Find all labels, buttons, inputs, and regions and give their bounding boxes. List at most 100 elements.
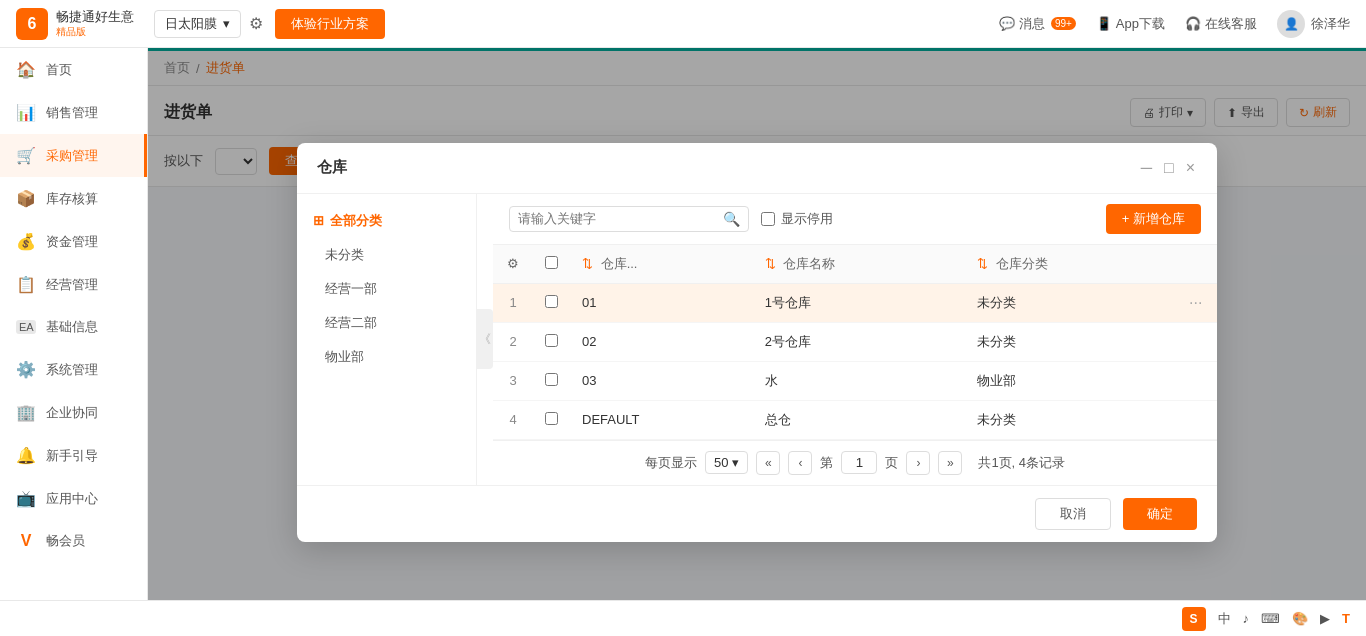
sales-icon: 📊 (16, 103, 36, 122)
table-row[interactable]: 2 02 2号仓库 未分类 (493, 322, 1217, 361)
sidebar-item-member[interactable]: V 畅会员 (0, 520, 147, 562)
pagination-area: 每页显示 50 ▾ « ‹ 第 页 › » 共1页 (493, 440, 1217, 485)
row-category: 物业部 (965, 361, 1177, 400)
status-icon-keyboard[interactable]: ⌨ (1261, 611, 1280, 626)
modal-title: 仓库 (317, 158, 347, 177)
row-checkbox-cell (533, 322, 570, 361)
main-layout: 🏠 首页 📊 销售管理 🛒 采购管理 📦 库存核算 💰 资金管理 📋 经营管理 … (0, 48, 1366, 636)
sidebar-item-home[interactable]: 🏠 首页 (0, 48, 147, 91)
row-more: ··· (1177, 283, 1217, 322)
col-warehouse-code: ⇅ 仓库... (570, 245, 753, 284)
status-icon-mic[interactable]: ♪ (1243, 611, 1250, 626)
modal-sidebar-item-ops2[interactable]: 经营二部 (297, 306, 476, 340)
online-service-button[interactable]: 🎧 在线客服 (1185, 15, 1257, 33)
row-name: 2号仓库 (753, 322, 965, 361)
sidebar-collapse-button[interactable]: 《 (477, 309, 493, 369)
search-input[interactable] (518, 211, 723, 226)
sidebar-item-finance[interactable]: 💰 资金管理 (0, 220, 147, 263)
table-row[interactable]: 4 DEFAULT 总仓 未分类 (493, 400, 1217, 439)
cancel-button[interactable]: 取消 (1035, 498, 1111, 530)
sidebar-item-system[interactable]: ⚙️ 系统管理 (0, 348, 147, 391)
sidebar-item-appcenter[interactable]: 📺 应用中心 (0, 477, 147, 520)
warehouse-table: ⚙ ⇅ 仓库... (493, 245, 1217, 440)
more-button[interactable]: ··· (1189, 294, 1202, 311)
modal-table-area: 🔍 显示停用 + 新增仓库 (493, 194, 1217, 485)
row-more (1177, 361, 1217, 400)
per-page-select[interactable]: 50 ▾ (705, 451, 748, 474)
row-category: 未分类 (965, 322, 1177, 361)
row-checkbox[interactable] (545, 334, 558, 347)
search-icon[interactable]: 🔍 (723, 211, 740, 227)
row-code: 01 (570, 283, 753, 322)
row-code: 03 (570, 361, 753, 400)
next-page-button[interactable]: › (906, 451, 930, 475)
prev-page-button[interactable]: ‹ (788, 451, 812, 475)
row-name: 1号仓库 (753, 283, 965, 322)
confirm-button[interactable]: 确定 (1123, 498, 1197, 530)
sidebar-item-purchase[interactable]: 🛒 采购管理 (0, 134, 147, 177)
modal-sidebar-item-ops1[interactable]: 经营一部 (297, 272, 476, 306)
sort-icon: ⇅ (582, 256, 593, 271)
status-bar: S 中 ♪ ⌨ 🎨 ▶ T (0, 600, 1366, 636)
row-category: 未分类 (965, 283, 1177, 322)
sidebar-item-operations[interactable]: 📋 经营管理 (0, 263, 147, 306)
user-avatar-button[interactable]: 👤 徐泽华 (1277, 10, 1350, 38)
modal-minimize-button[interactable]: ─ (1139, 157, 1154, 179)
sidebar-item-basic[interactable]: EA 基础信息 (0, 306, 147, 348)
add-warehouse-button[interactable]: + 新增仓库 (1106, 204, 1201, 234)
modal-sidebar: ⊞ 全部分类 未分类 经营一部 经营二部 物业部 (297, 194, 477, 485)
row-checkbox-cell (533, 400, 570, 439)
status-icon-zhong[interactable]: 中 (1218, 610, 1231, 628)
sidebar-item-enterprise[interactable]: 🏢 企业协同 (0, 391, 147, 434)
sidebar-item-inventory[interactable]: 📦 库存核算 (0, 177, 147, 220)
show-disabled-checkbox[interactable] (761, 212, 775, 226)
grid-icon: ⊞ (313, 213, 324, 228)
app-logo-icon: 6 (16, 8, 48, 40)
row-index: 2 (493, 322, 533, 361)
table-row[interactable]: 1 01 1号仓库 未分类 ··· (493, 283, 1217, 322)
store-selector[interactable]: 日太阳膜 ▾ (154, 10, 241, 38)
modal-sidebar-all-category[interactable]: ⊞ 全部分类 (297, 204, 476, 238)
row-checkbox[interactable] (545, 412, 558, 425)
status-icon-paint[interactable]: 🎨 (1292, 611, 1308, 626)
row-checkbox[interactable] (545, 373, 558, 386)
message-button[interactable]: 💬 消息 99+ (999, 15, 1076, 33)
page-info: 共1页, 4条记录 (978, 454, 1065, 472)
modal-sidebar-item-property[interactable]: 物业部 (297, 340, 476, 374)
row-code: DEFAULT (570, 400, 753, 439)
warehouse-modal: 仓库 ─ □ × ⊞ 全部分类 (297, 143, 1217, 542)
app-download-button[interactable]: 📱 App下载 (1096, 15, 1165, 33)
settings-icon[interactable]: ⚙ (249, 14, 263, 33)
status-icon-play[interactable]: ▶ (1320, 611, 1330, 626)
modal-maximize-button[interactable]: □ (1162, 157, 1176, 179)
col-checkbox (533, 245, 570, 284)
table-row[interactable]: 3 03 水 物业部 (493, 361, 1217, 400)
col-warehouse-name: ⇅ 仓库名称 (753, 245, 965, 284)
modal-close-button[interactable]: × (1184, 157, 1197, 179)
brand-text: 畅捷通好生意 精品版 (56, 9, 134, 39)
row-name: 总仓 (753, 400, 965, 439)
row-more (1177, 322, 1217, 361)
modal-sidebar-item-uncategorized[interactable]: 未分类 (297, 238, 476, 272)
sort-icon: ⇅ (977, 256, 988, 271)
chevron-down-icon: ▾ (732, 455, 739, 470)
row-checkbox[interactable] (545, 295, 558, 308)
message-badge: 99+ (1051, 17, 1076, 30)
modal-toolbar: 🔍 显示停用 + 新增仓库 (493, 194, 1217, 245)
status-icon-text[interactable]: T (1342, 611, 1350, 626)
mobile-icon: 📱 (1096, 16, 1112, 31)
first-page-button[interactable]: « (756, 451, 780, 475)
sidebar-item-sales[interactable]: 📊 销售管理 (0, 91, 147, 134)
page-number-input[interactable] (841, 451, 877, 474)
sidebar: 🏠 首页 📊 销售管理 🛒 采购管理 📦 库存核算 💰 资金管理 📋 经营管理 … (0, 48, 148, 636)
select-all-checkbox[interactable] (545, 256, 558, 269)
logo-area: 6 畅捷通好生意 精品版 (16, 8, 134, 40)
try-industry-button[interactable]: 体验行业方案 (275, 9, 385, 39)
col-settings: ⚙ (493, 245, 533, 284)
top-header: 6 畅捷通好生意 精品版 日太阳膜 ▾ ⚙ 体验行业方案 💬 消息 99+ 📱 … (0, 0, 1366, 48)
enterprise-icon: 🏢 (16, 403, 36, 422)
last-page-button[interactable]: » (938, 451, 962, 475)
sidebar-item-guide[interactable]: 🔔 新手引导 (0, 434, 147, 477)
show-disabled-label: 显示停用 (761, 210, 833, 228)
settings-col-icon: ⚙ (507, 256, 519, 271)
